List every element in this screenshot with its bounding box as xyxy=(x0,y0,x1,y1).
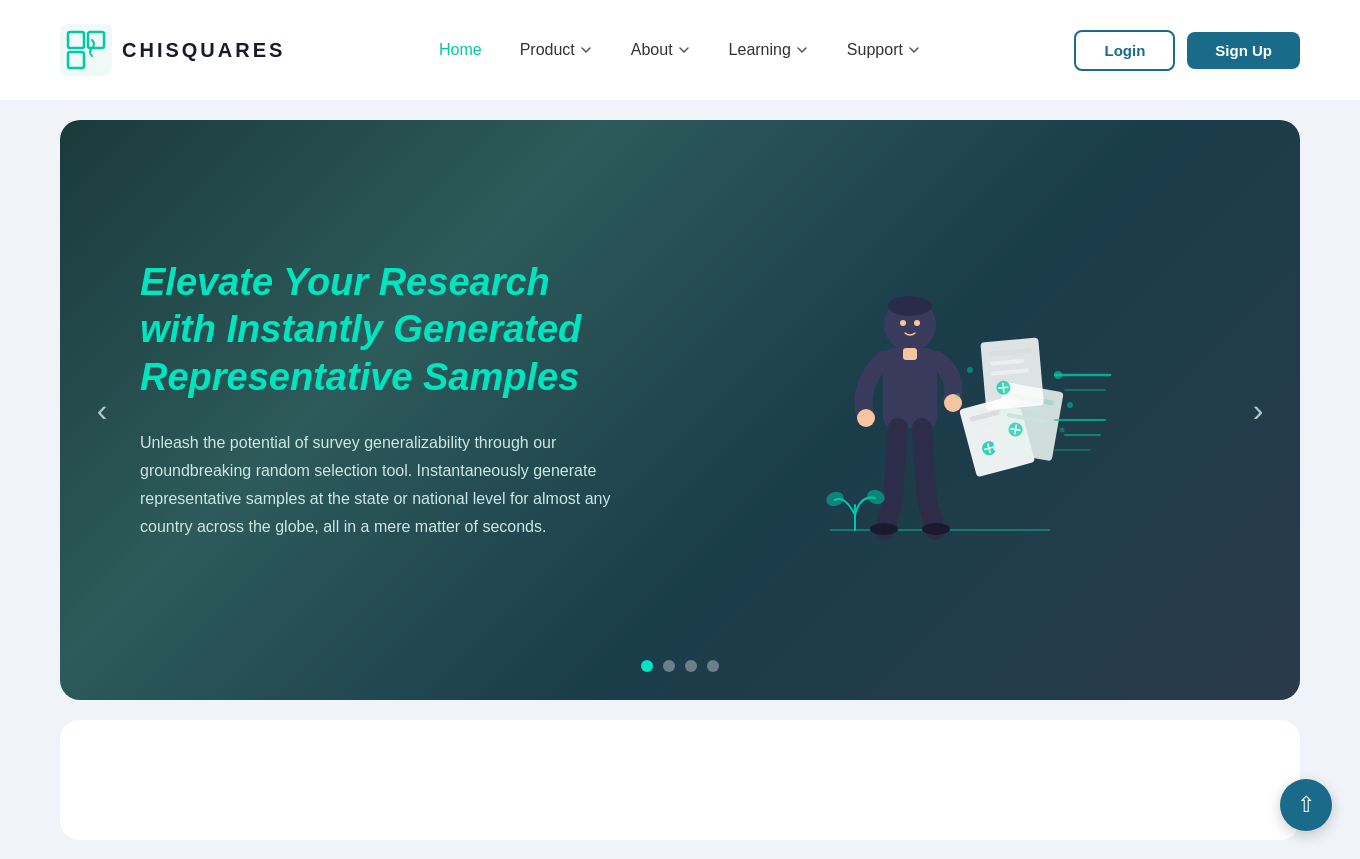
carousel-dot-2[interactable] xyxy=(663,660,675,672)
carousel-next-button[interactable]: › xyxy=(1236,388,1280,432)
svg-point-11 xyxy=(922,523,950,535)
carousel-dot-1[interactable] xyxy=(641,660,653,672)
hero-section: ‹ Elevate Your Research with Instantly G… xyxy=(60,120,1300,700)
svg-point-8 xyxy=(857,409,875,427)
header: CHISQUARES Home Product About Learning S… xyxy=(0,0,1360,100)
svg-line-35 xyxy=(1003,383,1004,393)
scroll-to-top-button[interactable]: ⇧ xyxy=(1280,779,1332,831)
chevron-down-icon xyxy=(579,43,593,57)
hero-content: Elevate Your Research with Instantly Gen… xyxy=(60,120,1300,660)
carousel-prev-button[interactable]: ‹ xyxy=(80,388,124,432)
bottom-section xyxy=(60,720,1300,840)
signup-button[interactable]: Sign Up xyxy=(1187,32,1300,69)
svg-point-40 xyxy=(956,393,960,397)
nav-home[interactable]: Home xyxy=(423,31,498,69)
nav-about[interactable]: About xyxy=(615,31,707,69)
auth-buttons: Login Sign Up xyxy=(1074,30,1300,71)
chevron-left-icon: ‹ xyxy=(97,394,108,426)
nav-support[interactable]: Support xyxy=(831,31,937,69)
svg-point-13 xyxy=(914,320,920,326)
svg-point-37 xyxy=(1067,402,1073,408)
nav-product[interactable]: Product xyxy=(504,31,609,69)
carousel-dot-4[interactable] xyxy=(707,660,719,672)
hero-description: Unleash the potential of survey generali… xyxy=(140,429,620,541)
login-button[interactable]: Login xyxy=(1074,30,1175,71)
chevron-down-icon xyxy=(795,43,809,57)
svg-point-9 xyxy=(944,394,962,412)
chevron-down-icon xyxy=(907,43,921,57)
arrow-up-icon: ⇧ xyxy=(1297,792,1315,818)
logo-icon xyxy=(60,24,112,76)
hero-text: Elevate Your Research with Instantly Gen… xyxy=(140,259,620,542)
logo-text: CHISQUARES xyxy=(122,39,285,62)
main-nav: Home Product About Learning Support xyxy=(423,31,937,69)
hero-illustration-svg xyxy=(710,230,1130,570)
svg-point-12 xyxy=(900,320,906,326)
carousel-dot-3[interactable] xyxy=(685,660,697,672)
svg-point-39 xyxy=(967,367,973,373)
svg-rect-14 xyxy=(903,348,917,360)
nav-learning[interactable]: Learning xyxy=(713,31,825,69)
chevron-right-icon: › xyxy=(1253,394,1264,426)
chevron-down-icon xyxy=(677,43,691,57)
hero-illustration xyxy=(620,210,1220,590)
carousel-dots xyxy=(641,660,719,672)
svg-point-10 xyxy=(870,523,898,535)
hero-title: Elevate Your Research with Instantly Gen… xyxy=(140,259,620,402)
svg-point-46 xyxy=(824,489,846,508)
svg-point-6 xyxy=(888,296,932,316)
svg-point-38 xyxy=(1060,428,1065,433)
logo[interactable]: CHISQUARES xyxy=(60,24,285,76)
